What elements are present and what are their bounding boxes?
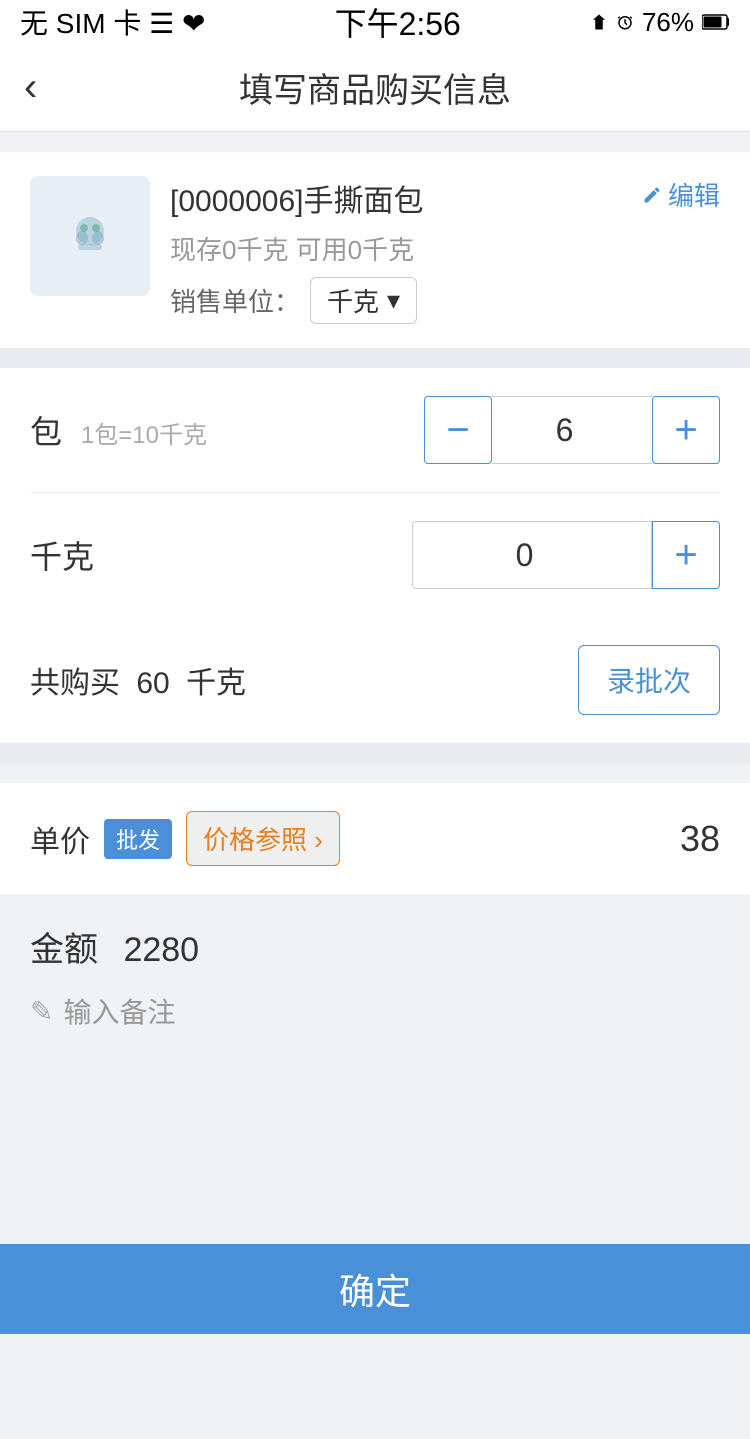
battery-icon	[702, 14, 730, 30]
footer[interactable]: 确定	[0, 1244, 750, 1334]
kilogram-label: 千克	[30, 532, 412, 578]
package-qty-input[interactable]	[492, 396, 652, 464]
page-title: 填写商品购买信息	[239, 63, 511, 112]
note-row[interactable]: ✎ 输入备注	[30, 991, 720, 1031]
summary-section: 共购买 60 千克 录批次	[0, 617, 750, 743]
product-unit-row: 销售单位： 千克 ▾	[170, 277, 720, 324]
back-button[interactable]: ‹	[24, 65, 37, 110]
section-divider-1	[0, 348, 750, 368]
unit-value: 千克	[327, 282, 379, 319]
product-name: [0000006]手撕面包	[170, 176, 720, 220]
price-section: 单价 批发 价格参照 › 38	[0, 783, 750, 894]
summary-text: 共购买 60 千克	[30, 658, 246, 702]
status-signal: 无 SIM 卡 ☰ ❤	[20, 2, 205, 42]
price-value: 38	[680, 818, 720, 860]
price-tag: 批发	[104, 819, 172, 859]
package-label: 包 1包=10千克	[30, 407, 424, 453]
input-section: 包 1包=10千克 − + 千克 +	[0, 368, 750, 617]
amount-value: 2280	[123, 931, 199, 969]
edit-icon	[642, 185, 662, 205]
summary-qty: 60	[136, 667, 169, 700]
price-ref-button[interactable]: 价格参照 ›	[186, 811, 340, 866]
unit-label: 销售单位：	[170, 282, 300, 319]
chevron-down-icon: ▾	[387, 285, 400, 316]
unit-select[interactable]: 千克 ▾	[310, 277, 417, 324]
package-minus-button[interactable]: −	[424, 396, 492, 464]
alarm-icon	[616, 13, 634, 31]
package-qty-control: − +	[424, 396, 720, 464]
package-plus-button[interactable]: +	[652, 396, 720, 464]
status-time: 下午2:56	[335, 0, 461, 45]
product-stock: 现存0千克 可用0千克	[170, 230, 720, 267]
note-placeholder: 输入备注	[63, 991, 175, 1031]
status-battery: 76%	[590, 7, 730, 38]
pencil-icon: ✎	[30, 995, 53, 1028]
product-card: [0000006]手撕面包 现存0千克 可用0千克 销售单位： 千克 ▾ 编辑	[0, 152, 750, 348]
batch-button[interactable]: 录批次	[578, 645, 720, 715]
product-info: [0000006]手撕面包 现存0千克 可用0千克 销售单位： 千克 ▾	[170, 176, 720, 324]
kilogram-qty-input[interactable]	[412, 521, 652, 589]
edit-button[interactable]: 编辑	[642, 176, 720, 213]
location-icon	[590, 13, 608, 31]
package-row: 包 1包=10千克 − +	[30, 368, 720, 493]
confirm-button[interactable]: 确定	[339, 1263, 411, 1315]
status-bar: 无 SIM 卡 ☰ ❤ 下午2:56 76%	[0, 0, 750, 44]
kilogram-qty-control: +	[412, 521, 720, 589]
section-divider-2	[0, 743, 750, 763]
kilogram-plus-button[interactable]: +	[652, 521, 720, 589]
amount-row: 金额 2280	[30, 922, 720, 971]
package-sublabel: 1包=10千克	[81, 422, 207, 449]
kilogram-row: 千克 +	[30, 493, 720, 617]
product-image	[30, 176, 150, 296]
battery-percent: 76%	[642, 7, 694, 38]
amount-section: 金额 2280 ✎ 输入备注	[0, 894, 750, 1059]
nav-bar: ‹ 填写商品购买信息	[0, 44, 750, 132]
price-label: 单价 批发 价格参照 ›	[30, 811, 340, 866]
product-logo	[60, 206, 120, 266]
